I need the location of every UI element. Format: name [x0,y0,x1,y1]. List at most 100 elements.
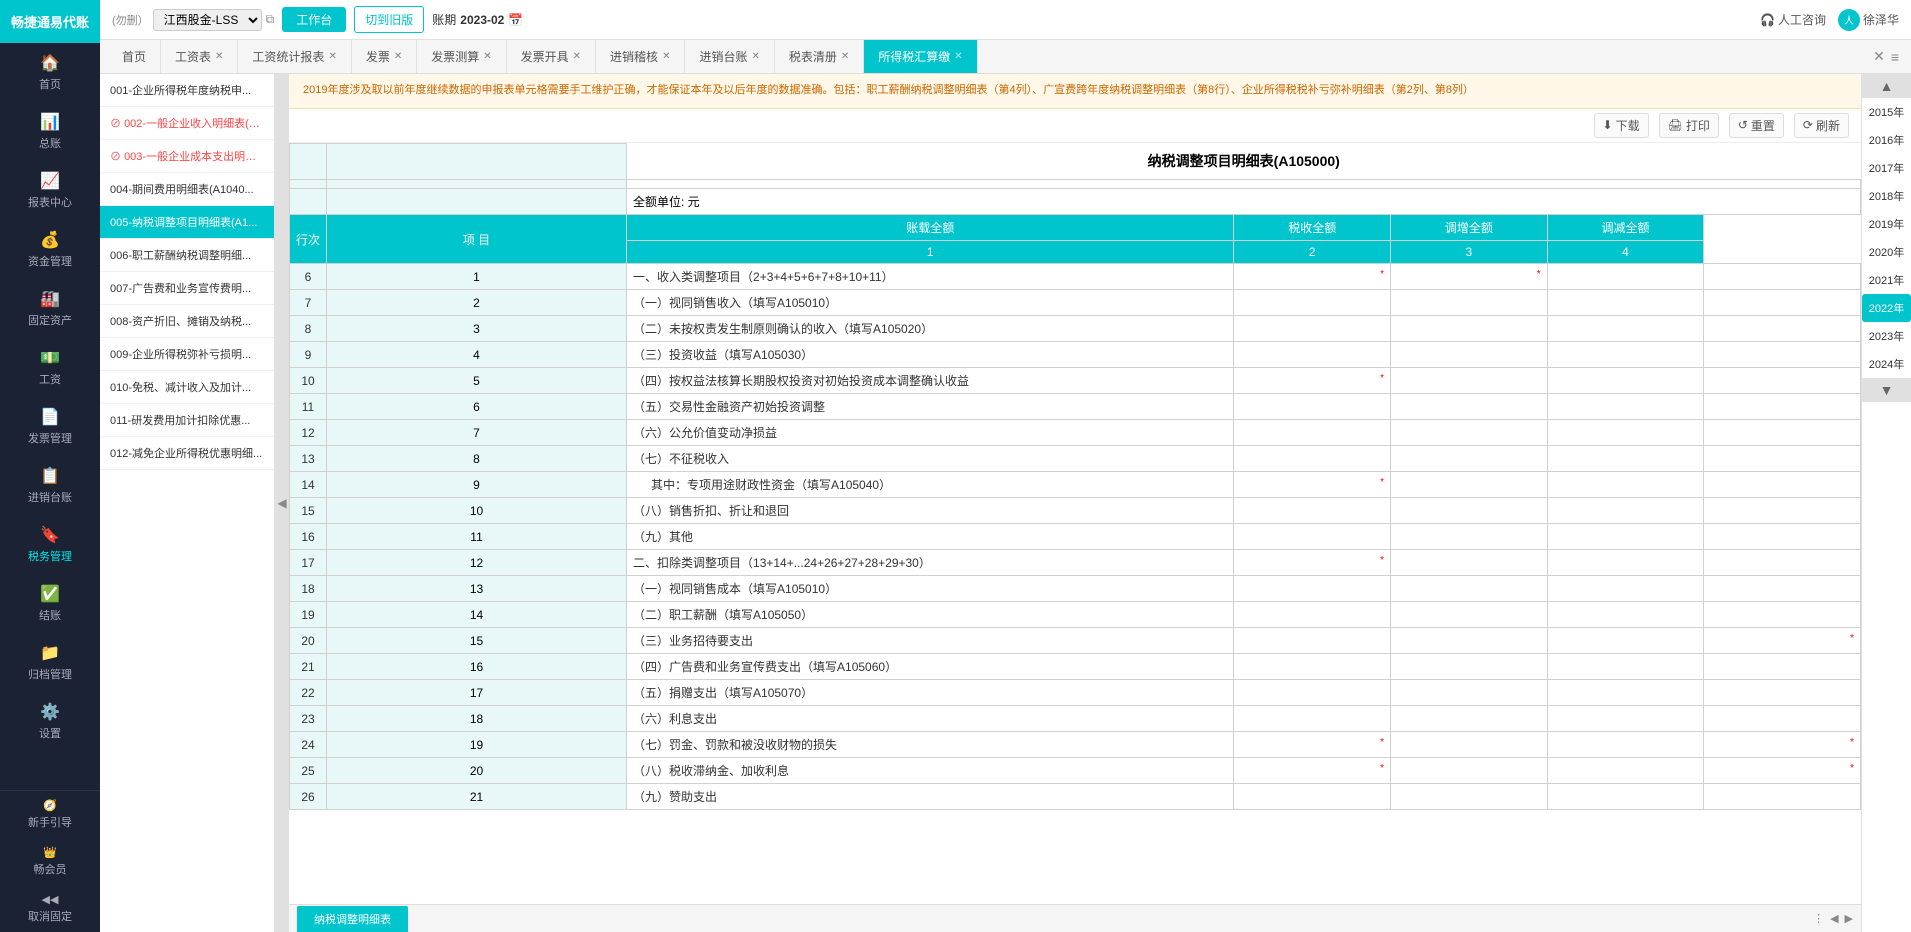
tab-close-import-ledger[interactable]: ✕ [751,51,759,62]
tab-close-income-tax[interactable]: ✕ [954,51,962,62]
bottom-bar-right: ⋮ ◀ ▶ [1813,912,1853,925]
left-item-005[interactable]: 005-纳税调整项目明细表(A1... [100,206,274,239]
year-2019[interactable]: 2019年 [1862,210,1911,238]
left-item-010[interactable]: 010-免税、减计收入及加计... [100,371,274,404]
toolbar: ⬇ 下载 🖨 打印 ↺ 重置 ⟳ 刷新 [289,109,1861,143]
left-item-008[interactable]: 008-资产折旧、摊销及纳税... [100,305,274,338]
tab-invoice-open[interactable]: 发票开具 ✕ [507,40,596,73]
switch-old-button[interactable]: 切到旧版 [354,6,424,33]
sidebar-item-report[interactable]: 📈 报表中心 [0,161,100,220]
reset-button[interactable]: ↺ 重置 [1729,113,1784,138]
refresh-button[interactable]: ⟳ 刷新 [1794,113,1849,138]
reset-icon: ↺ [1738,118,1748,132]
year-2024[interactable]: 2024年 [1862,350,1911,378]
tab-close-invoice-open[interactable]: ✕ [573,51,581,62]
scroll-left-btn[interactable]: ◀ [1830,912,1838,925]
sidebar-item-ledger[interactable]: 📊 总账 [0,102,100,161]
table-row: 23 18 （六）利息支出 [290,706,1861,732]
left-item-007[interactable]: 007-广告费和业务宣传费明... [100,272,274,305]
sidebar-item-member[interactable]: 👑 畅会员 [0,838,100,885]
tab-invoice[interactable]: 发票 ✕ [352,40,417,73]
spreadsheet-title: 纳税调整项目明细表(A105000) [627,143,1861,180]
sidebar-item-archive[interactable]: 📁 归档管理 [0,633,100,692]
spreadsheet-container[interactable]: 纳税调整项目明细表(A105000) 全额单位: 元 [289,143,1861,904]
more-tabs-btn[interactable]: ≡ [1891,49,1899,65]
table-row: 15 10 （八）销售折扣、折让和退回 [290,498,1861,524]
tab-close-tax-clear[interactable]: ✕ [841,51,849,62]
sidebar-item-settlement[interactable]: ✅ 结账 [0,574,100,633]
table-row: 26 21 （九）赞助支出 [290,784,1861,810]
table-row: 17 12 二、扣除类调整项目（13+14+...24+26+27+28+29+… [290,550,1861,576]
tab-tax-clear[interactable]: 税表清册 ✕ [775,40,864,73]
settlement-icon: ✅ [40,584,60,604]
topbar: (勿删） 江西股金-LSS ⧉ 工作台 切到旧版 账期 2023-02 📅 🎧 … [100,0,1911,40]
col-header-c4: 调减全额 [1547,215,1704,241]
bottom-tab-tax-adj[interactable]: 纳税调整明细表 [297,906,408,932]
year-2017[interactable]: 2017年 [1862,154,1911,182]
app-logo[interactable]: 畅捷通易代账 [0,0,100,43]
row-col-a-1 [327,143,627,180]
left-item-006[interactable]: 006-职工薪酬纳税调整明细... [100,239,274,272]
tab-income-tax[interactable]: 所得税汇算缴 ✕ [864,40,977,73]
year-2015[interactable]: 2015年 [1862,98,1911,126]
sidebar-item-settings[interactable]: ⚙️ 设置 [0,692,100,751]
user-avatar[interactable]: 人 徐泽华 [1838,9,1899,31]
tab-home[interactable]: 首页 [108,40,161,73]
unit-row: 全额单位: 元 [290,189,1861,215]
left-item-011[interactable]: 011-研发费用加计扣除优惠... [100,404,274,437]
left-item-002[interactable]: ⊘ 002-一般企业收入明细表(A1... [100,107,274,140]
year-2016[interactable]: 2016年 [1862,126,1911,154]
sidebar-item-home[interactable]: 🏠 首页 [0,43,100,102]
tab-import-ledger[interactable]: 进销台账 ✕ [685,40,774,73]
tab-invoice-calc[interactable]: 发票测算 ✕ [417,40,506,73]
download-button[interactable]: ⬇ 下载 [1594,113,1649,138]
sidebar-item-import-ledger[interactable]: 📋 进销台账 [0,456,100,515]
left-item-009[interactable]: 009-企业所得税弥补亏损明... [100,338,274,371]
left-item-003[interactable]: ⊘ 003-一般企业成本支出明细... [100,140,274,173]
sidebar-item-import-label: 进销台账 [28,489,72,505]
workbench-button[interactable]: 工作台 [282,7,346,32]
year-2021[interactable]: 2021年 [1862,266,1911,294]
year-2022[interactable]: 2022年 [1862,294,1911,322]
tabbar: 首页 工资表 ✕ 工资统计报表 ✕ 发票 ✕ 发票测算 ✕ 发票开具 ✕ 进销稽… [100,40,1911,74]
left-item-012[interactable]: 012-减免企业所得税优惠明细... [100,437,274,470]
tab-close-import-shrink[interactable]: ✕ [662,51,670,62]
table-row: 21 16 （四）广告费和业务宣传费支出（填写A105060） [290,654,1861,680]
print-button[interactable]: 🖨 打印 [1659,113,1719,138]
year-2023[interactable]: 2023年 [1862,322,1911,350]
sidebar-item-fixed-asset[interactable]: 🏭 固定资产 [0,279,100,338]
year-2020[interactable]: 2020年 [1862,238,1911,266]
scroll-right-btn[interactable]: ▶ [1845,912,1853,925]
service-btn[interactable]: 🎧 人工咨询 [1760,11,1826,28]
tab-import-shrink[interactable]: 进销稽核 ✕ [596,40,685,73]
year-scroll-down[interactable]: ▼ [1862,378,1911,402]
tab-close-invoice-calc[interactable]: ✕ [483,51,491,62]
sidebar-item-unpin[interactable]: ◀◀ 取消固定 [0,885,100,932]
main-panel: 2019年度涉及取以前年度继续数据的申报表单元格需要手工维护正确，才能保证本年及… [289,74,1861,932]
collapse-panel-handle[interactable]: ◀ [275,74,289,932]
company-select[interactable]: 江西股金-LSS [153,9,262,31]
close-all-btn[interactable]: ✕ [1873,48,1885,65]
tab-close-salary-stats[interactable]: ✕ [328,51,336,62]
archive-icon: 📁 [40,643,60,663]
col-num-2: 2 [1234,241,1391,264]
refresh-icon: ⟳ [1803,118,1813,132]
copy-icon[interactable]: ⧉ [266,12,275,27]
tab-salary-stats[interactable]: 工资统计报表 ✕ [238,40,351,73]
guide-icon: 🧭 [43,799,57,812]
tab-close-invoice[interactable]: ✕ [394,51,402,62]
sidebar-item-salary[interactable]: 💵 工资 [0,338,100,397]
sidebar-item-asset-mgmt[interactable]: 💰 资金管理 [0,220,100,279]
tab-close-salary-table[interactable]: ✕ [215,51,223,62]
year-2018[interactable]: 2018年 [1862,182,1911,210]
left-item-004[interactable]: 004-期间费用明细表(A1040... [100,173,274,206]
sidebar-item-tax-mgmt[interactable]: 🔖 税务管理 [0,515,100,574]
calendar-icon[interactable]: 📅 [508,13,523,27]
col-num-1: 1 [627,241,1234,264]
tab-salary-table[interactable]: 工资表 ✕ [161,40,238,73]
sidebar-bottom: 🧭 新手引导 👑 畅会员 ◀◀ 取消固定 [0,790,100,932]
sidebar-item-guide[interactable]: 🧭 新手引导 [0,791,100,838]
left-item-001[interactable]: 001-企业所得税年度纳税申... [100,74,274,107]
year-scroll-up[interactable]: ▲ [1862,74,1911,98]
sidebar-item-invoice-mgmt[interactable]: 📄 发票管理 [0,397,100,456]
